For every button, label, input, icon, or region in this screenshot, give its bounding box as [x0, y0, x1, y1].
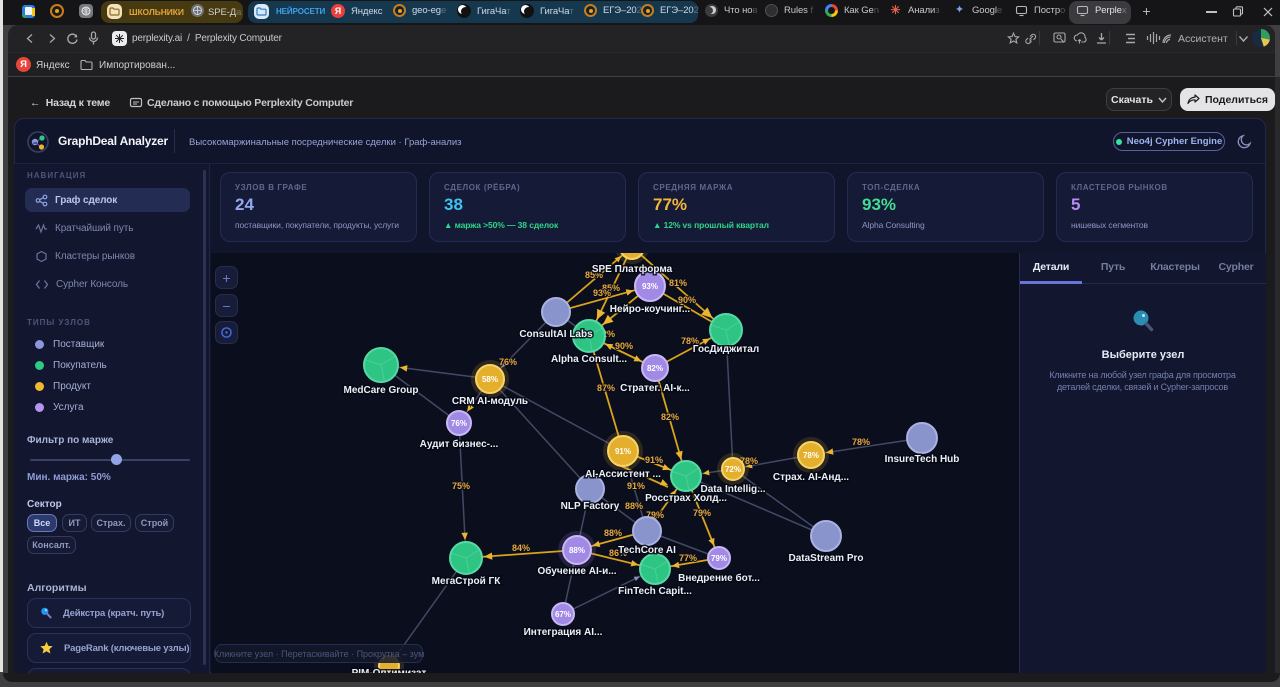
svg-text:91%: 91%	[645, 455, 663, 465]
svg-text:91%: 91%	[615, 447, 631, 456]
svg-text:Alpha Consult...: Alpha Consult...	[551, 354, 627, 365]
svg-text:Обучение AI-и...: Обучение AI-и...	[537, 565, 616, 577]
svg-text:FinTech Capit...: FinTech Capit...	[618, 586, 692, 597]
svg-text:72%: 72%	[725, 465, 741, 474]
svg-text:78%: 78%	[852, 437, 870, 447]
svg-text:76%: 76%	[451, 419, 467, 428]
svg-text:79%: 79%	[711, 554, 727, 563]
svg-text:88%: 88%	[604, 528, 622, 538]
svg-text:Аудит бизнес-...: Аудит бизнес-...	[420, 438, 499, 450]
svg-text:MedCare Group: MedCare Group	[343, 385, 418, 396]
svg-text:78%: 78%	[803, 451, 819, 460]
svg-text:90%: 90%	[615, 341, 633, 351]
svg-text:DataStream Pro: DataStream Pro	[788, 553, 863, 564]
svg-text:88%: 88%	[625, 501, 643, 511]
svg-text:84%: 84%	[512, 543, 530, 553]
svg-text:67%: 67%	[555, 610, 571, 619]
svg-text:91%: 91%	[627, 481, 645, 491]
svg-text:79%: 79%	[693, 508, 711, 518]
svg-text:AI-Ассистент ...: AI-Ассистент ...	[585, 469, 661, 480]
svg-text:МегаСтрой ГК: МегаСтрой ГК	[432, 576, 502, 587]
svg-text:77%: 77%	[679, 553, 697, 563]
svg-text:82%: 82%	[661, 412, 679, 422]
svg-text:TechCore AI: TechCore AI	[618, 545, 676, 556]
svg-text:NLP Factory: NLP Factory	[561, 501, 620, 512]
svg-text:SPE Платформа: SPE Платформа	[592, 263, 673, 275]
svg-text:75%: 75%	[452, 481, 470, 491]
svg-text:82%: 82%	[647, 364, 663, 373]
svg-text:Страх. AI-Анд...: Страх. AI-Анд...	[773, 472, 849, 483]
svg-text:ГосДиджитал: ГосДиджитал	[693, 344, 759, 355]
svg-text:93%: 93%	[593, 288, 611, 298]
svg-text:oa: oa	[33, 141, 37, 145]
svg-text:Интеграция AI...: Интеграция AI...	[524, 627, 603, 638]
svg-text:CRM AI-модуль: CRM AI-модуль	[452, 396, 528, 407]
svg-text:ConsultAI Labs: ConsultAI Labs	[519, 329, 593, 340]
svg-text:58%: 58%	[482, 375, 498, 384]
svg-text:87%: 87%	[597, 383, 615, 393]
svg-text:Data Intellig...: Data Intellig...	[700, 484, 765, 495]
svg-text:81%: 81%	[669, 278, 687, 288]
svg-text:93%: 93%	[642, 282, 658, 291]
svg-text:Стратег. AI-к...: Стратег. AI-к...	[620, 383, 690, 394]
svg-text:Внедрение бот...: Внедрение бот...	[678, 572, 760, 584]
svg-text:88%: 88%	[569, 546, 585, 555]
svg-text:InsureTech Hub: InsureTech Hub	[885, 454, 960, 465]
svg-text:Нейро-коучинг...: Нейро-коучинг...	[610, 304, 691, 315]
